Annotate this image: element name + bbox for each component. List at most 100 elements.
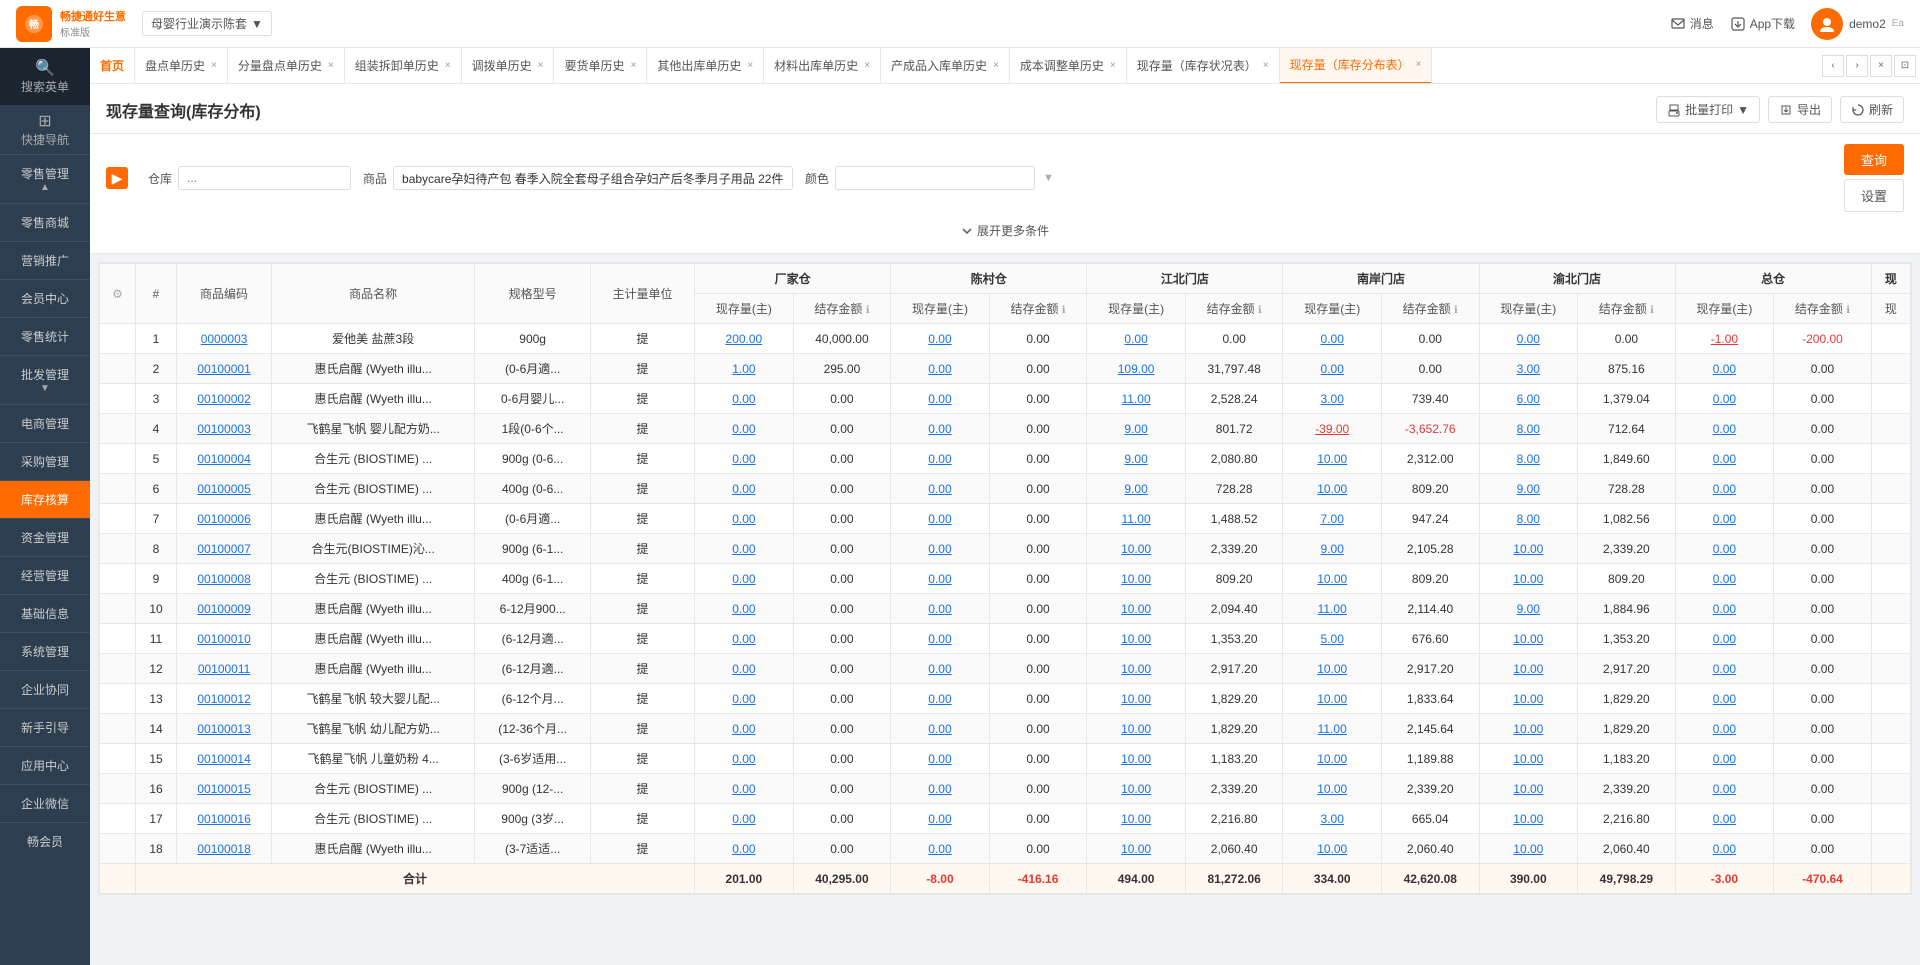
tab-home[interactable]: 首页 xyxy=(90,48,135,84)
filter-color: 颜色 ▼ xyxy=(805,166,1054,190)
sidebar-item-cooperation[interactable]: 企业协同 xyxy=(0,670,90,708)
batch-print-btn[interactable]: 批量打印 ▼ xyxy=(1656,96,1760,123)
product-input[interactable] xyxy=(393,166,793,190)
tab-other-outbound[interactable]: 其他出库单历史 × xyxy=(647,48,764,84)
tab-close-7[interactable]: × xyxy=(864,60,870,71)
filter-row-main: ▶ 仓库 商品 颜色 ▼ 查询 设置 xyxy=(106,144,1904,212)
sidebar-item-purchase[interactable]: 采购管理 xyxy=(0,442,90,480)
user-menu[interactable]: demo2 Ea xyxy=(1811,8,1904,40)
col-g6-qty: 现存量(主) xyxy=(1675,294,1774,324)
tab-expand-btn[interactable]: ⊡ xyxy=(1894,55,1916,77)
tab-close-6[interactable]: × xyxy=(747,60,753,71)
tab-close-8[interactable]: × xyxy=(993,60,999,71)
table-row: 14 00100013 飞鹤星飞帆 幼儿配方奶... (12-36个月... 提… xyxy=(100,714,1911,744)
tab-inventory-check[interactable]: 盘点单历史 × xyxy=(135,48,228,84)
color-dropdown-arrow[interactable]: ▼ xyxy=(1043,172,1054,184)
table-container: ⚙ # 商品编码 商品名称 规格型号 主计量单位 厂家仓 陈村仓 江北门店 南岸… xyxy=(98,262,1912,895)
messages-btn[interactable]: 消息 xyxy=(1670,15,1714,32)
sidebar-item-quicknav[interactable]: ⊞ 快捷导航 xyxy=(0,105,90,154)
sidebar-item-management[interactable]: 经营管理 xyxy=(0,556,90,594)
tab-close-3[interactable]: × xyxy=(445,60,451,71)
table-row: 2 00100001 惠氏启醒 (Wyeth illu... (0-6月適...… xyxy=(100,354,1911,384)
header-actions: 批量打印 ▼ 导出 刷新 xyxy=(1656,96,1904,133)
top-right-actions: 消息 App下载 demo2 Ea xyxy=(1670,8,1904,40)
table-row: 15 00100014 飞鹤星飞帆 儿童奶粉 4... (3-6岁适用... 提… xyxy=(100,744,1911,774)
tab-close-4[interactable]: × xyxy=(538,60,544,71)
tab-assembly[interactable]: 组装拆卸单历史 × xyxy=(345,48,462,84)
table-row: 9 00100008 合生元 (BIOSTIME) ... 400g (6-1.… xyxy=(100,564,1911,594)
avatar xyxy=(1811,8,1843,40)
tab-inventory-status[interactable]: 现存量（库存状况表） × xyxy=(1127,48,1280,84)
color-input[interactable] xyxy=(835,166,1035,190)
table-row: 1 0000003 爱他美 盐蔗3段 900g 提 200.00 40,000.… xyxy=(100,324,1911,354)
col-g4-amt: 结存金额 ℹ xyxy=(1382,294,1479,324)
group-nanan: 南岸门店 xyxy=(1283,264,1479,294)
logo-text: 畅捷通好生意 标准版 xyxy=(60,8,126,39)
sidebar-item-search[interactable]: 🔍 搜索英单 xyxy=(0,48,90,105)
sidebar-item-finance[interactable]: 资金管理 xyxy=(0,518,90,556)
tab-material-outbound[interactable]: 材料出库单历史 × xyxy=(764,48,881,84)
logo-area: 畅 畅捷通好生意 标准版 母婴行业演示陈套 ▼ xyxy=(16,6,272,42)
col-settings[interactable]: ⚙ xyxy=(100,264,136,324)
tab-request[interactable]: 要货单历史 × xyxy=(554,48,647,84)
query-btn[interactable]: 查询 xyxy=(1844,144,1904,175)
table-row: 17 00100016 合生元 (BIOSTIME) ... 900g (3岁.… xyxy=(100,804,1911,834)
table-row: 3 00100002 惠氏启醒 (Wyeth illu... 0-6月婴儿...… xyxy=(100,384,1911,414)
col-g5-amt: 结存金额 ℹ xyxy=(1578,294,1675,324)
tab-inventory-dist[interactable]: 现存量（库存分布表） × xyxy=(1280,48,1433,84)
sidebar-item-ecommerce[interactable]: 电商管理 xyxy=(0,404,90,442)
col-code-header: 商品编码 xyxy=(177,264,272,324)
sidebar-item-retail-stats[interactable]: 零售统计 xyxy=(0,317,90,355)
expand-conditions-btn[interactable]: 展开更多条件 xyxy=(961,222,1049,239)
tab-close-all-btn[interactable]: × xyxy=(1870,55,1892,77)
page-header: 现存量查询(库存分布) 批量打印 ▼ 导出 刷新 xyxy=(90,84,1920,134)
sidebar-item-retail-mall[interactable]: 零售商城 xyxy=(0,203,90,241)
sidebar-item-wholesale[interactable]: 批发管理 ▼ xyxy=(0,355,90,404)
page-title: 现存量查询(库存分布) xyxy=(106,98,261,132)
collapse-arrow[interactable]: ▶ xyxy=(106,167,128,189)
col-name-header: 商品名称 xyxy=(272,264,475,324)
tab-close-2[interactable]: × xyxy=(328,60,334,71)
sidebar-item-member[interactable]: 会员中心 xyxy=(0,279,90,317)
sidebar-item-retail-mgmt[interactable]: 零售管理 ▲ xyxy=(0,154,90,203)
tab-product-inbound[interactable]: 产成品入库单历史 × xyxy=(881,48,1010,84)
tab-next-btn[interactable]: › xyxy=(1846,55,1868,77)
group-current: 现 xyxy=(1871,264,1910,294)
tab-navigation: ‹ › × ⊡ xyxy=(1822,55,1920,77)
tab-partial-inventory[interactable]: 分量盘点单历史 × xyxy=(228,48,345,84)
set-btn[interactable]: 设置 xyxy=(1844,179,1904,212)
tab-close-10[interactable]: × xyxy=(1263,60,1269,71)
app-download-btn[interactable]: App下载 xyxy=(1730,15,1795,32)
dropdown-selector[interactable]: 母婴行业演示陈套 ▼ xyxy=(142,11,272,36)
table-row: 6 00100005 合生元 (BIOSTIME) ... 400g (0-6.… xyxy=(100,474,1911,504)
warehouse-input[interactable] xyxy=(178,166,351,190)
tab-close-9[interactable]: × xyxy=(1110,60,1116,71)
col-g2-qty: 现存量(主) xyxy=(891,294,990,324)
group-chencun: 陈村仓 xyxy=(891,264,1087,294)
sidebar-item-inventory[interactable]: 库存核算 xyxy=(0,480,90,518)
svg-text:畅: 畅 xyxy=(29,18,39,31)
tab-prev-btn[interactable]: ‹ xyxy=(1822,55,1844,77)
col-index-header: # xyxy=(136,264,177,324)
sidebar-item-wechat[interactable]: 企业微信 xyxy=(0,784,90,822)
tab-close-1[interactable]: × xyxy=(211,60,217,71)
sidebar-item-member2[interactable]: 畅会员 xyxy=(0,822,90,860)
tab-close-5[interactable]: × xyxy=(630,60,636,71)
group-total: 总仓 xyxy=(1675,264,1871,294)
filter-product: 商品 xyxy=(363,166,793,190)
sidebar-item-marketing[interactable]: 营销推广 xyxy=(0,241,90,279)
sidebar-item-appcenter[interactable]: 应用中心 xyxy=(0,746,90,784)
col-g2-amt: 结存金额 ℹ xyxy=(989,294,1086,324)
table-row: 4 00100003 飞鹤星飞帆 婴儿配方奶... 1段(0-6个... 提 0… xyxy=(100,414,1911,444)
tab-close-11[interactable]: × xyxy=(1416,59,1422,70)
refresh-btn[interactable]: 刷新 xyxy=(1840,96,1904,123)
tab-transfer[interactable]: 调拨单历史 × xyxy=(462,48,555,84)
col-g3-amt: 结存金额 ℹ xyxy=(1185,294,1282,324)
export-btn[interactable]: 导出 xyxy=(1768,96,1832,123)
tab-cost-adjust[interactable]: 成本调整单历史 × xyxy=(1010,48,1127,84)
logo-icon: 畅 xyxy=(16,6,52,42)
col-g4-qty: 现存量(主) xyxy=(1283,294,1382,324)
sidebar-item-system[interactable]: 系统管理 xyxy=(0,632,90,670)
sidebar-item-guide[interactable]: 新手引导 xyxy=(0,708,90,746)
sidebar-item-basic-info[interactable]: 基础信息 xyxy=(0,594,90,632)
